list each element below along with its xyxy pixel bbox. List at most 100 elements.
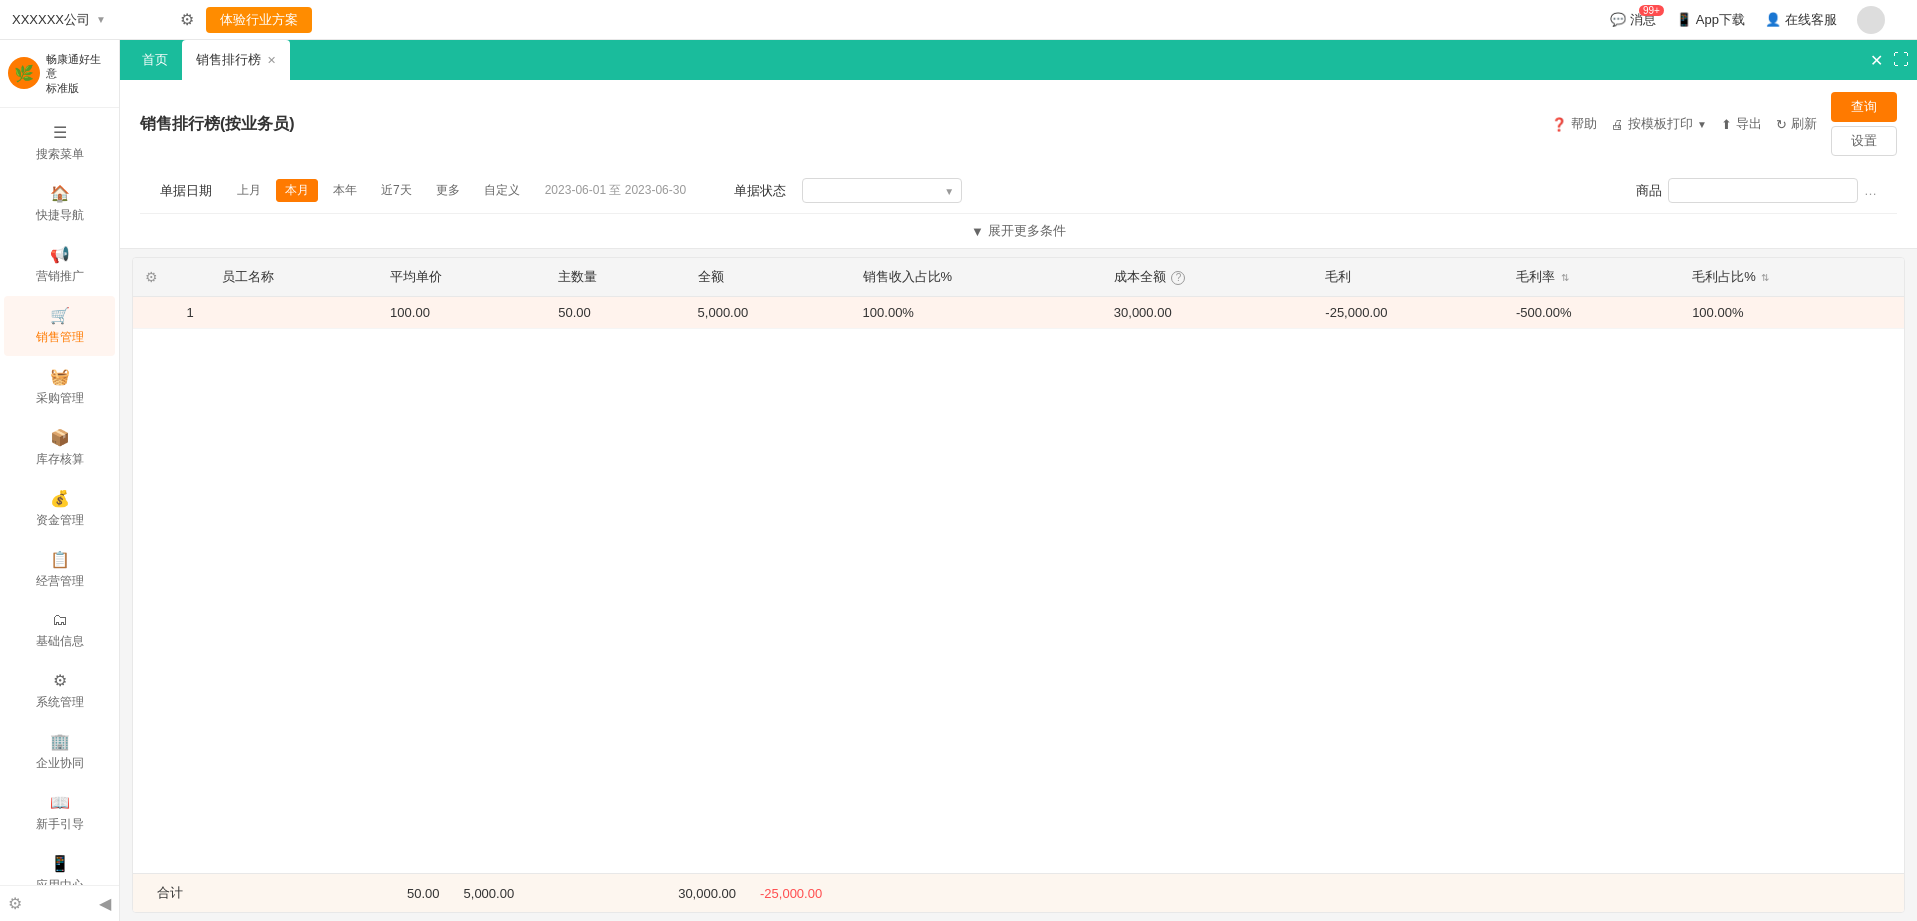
basic-icon: 🗂: [52, 611, 68, 629]
finance-icon: 💰: [50, 489, 70, 508]
tab-home[interactable]: 首页: [128, 40, 182, 80]
row-employee: [210, 297, 378, 329]
col-employee: 员工名称: [210, 258, 378, 297]
expand-conditions-button[interactable]: ▼ 展开更多条件: [971, 222, 1066, 240]
filter-row: 单据日期 上月 本月 本年 近7天 更多 自定义 2023-06-01 至 20…: [140, 168, 1897, 213]
col-avg-price: 平均单价: [378, 258, 546, 297]
row-cost: 30,000.00: [1102, 297, 1314, 329]
export-button[interactable]: ⬆ 导出: [1721, 115, 1762, 133]
row-gross-rate: -500.00%: [1504, 297, 1680, 329]
row-gross: -25,000.00: [1313, 297, 1504, 329]
company-selector[interactable]: XXXXXX公司 ▼: [12, 11, 172, 29]
cost-help-icon[interactable]: ?: [1171, 271, 1185, 285]
last7-btn[interactable]: 近7天: [372, 179, 421, 202]
topbar-settings-icon[interactable]: ⚙: [180, 10, 194, 29]
custom-btn[interactable]: 自定义: [475, 179, 529, 202]
app-label: App下载: [1696, 11, 1745, 29]
prev-month-btn[interactable]: 上月: [228, 179, 270, 202]
table-header-row: ⚙ 员工名称 平均单价 主数量 全额 销售收入占比% 成本全额 ?: [133, 258, 1904, 297]
col-gross: 毛利: [1313, 258, 1504, 297]
status-filter-label: 单据状态: [734, 182, 786, 200]
message-icon: 💬: [1610, 12, 1626, 27]
main-layout: 🌿 畅康通好生意 标准版 ☰ 搜索菜单 🏠 快捷导航 📢 营销推广 🛒 销售管理: [0, 40, 1917, 921]
avatar[interactable]: [1857, 6, 1885, 34]
logo-icon: 🌿: [8, 57, 40, 89]
sidebar-item-search[interactable]: ☰ 搜索菜单: [4, 113, 115, 173]
goods-filter: 商品 …: [1636, 178, 1877, 203]
sidebar-item-purchase[interactable]: 🧺 采购管理: [4, 357, 115, 417]
print-button[interactable]: 🖨 按模板打印 ▼: [1611, 115, 1707, 133]
enterprise-icon: 🏢: [50, 732, 70, 751]
tab-sales-rank[interactable]: 销售排行榜 ✕: [182, 40, 290, 80]
goods-input[interactable]: [1668, 178, 1858, 203]
col-settings: ⚙: [133, 258, 170, 297]
page-title: 销售排行榜(按业务员): [140, 114, 295, 135]
logo-line1: 畅康通好生意: [46, 52, 111, 81]
date-buttons: 上月 本月 本年 近7天 更多 自定义: [228, 179, 529, 202]
row-gross-pct: 100.00%: [1680, 297, 1904, 329]
tab-home-label: 首页: [142, 51, 168, 69]
gross-pct-sort-icon[interactable]: ⇅: [1761, 272, 1769, 283]
col-amount: 全额: [686, 258, 851, 297]
sidebar-item-system[interactable]: ⚙ 系统管理: [4, 661, 115, 721]
tab-close-icon[interactable]: ✕: [267, 54, 276, 67]
help-button[interactable]: ❓ 帮助: [1551, 115, 1597, 133]
row-avg-price: 100.00: [378, 297, 546, 329]
gross-rate-sort-icon[interactable]: ⇅: [1561, 272, 1569, 283]
sidebar-item-finance[interactable]: 💰 资金管理: [4, 479, 115, 539]
more-btn[interactable]: 更多: [427, 179, 469, 202]
sidebar-item-sales[interactable]: 🛒 销售管理: [4, 296, 115, 356]
status-select[interactable]: [802, 178, 962, 203]
sidebar-item-marketing[interactable]: 📢 营销推广: [4, 235, 115, 295]
purchase-icon: 🧺: [50, 367, 70, 386]
sidebar-bottom-settings-icon[interactable]: ⚙: [8, 894, 22, 913]
chevron-down-icon: ▼: [96, 14, 106, 25]
apps-icon: 📱: [50, 854, 70, 873]
search-menu-icon: ☰: [53, 123, 67, 142]
sidebar-item-basic[interactable]: 🗂 基础信息: [4, 601, 115, 660]
refresh-button[interactable]: ↻ 刷新: [1776, 115, 1817, 133]
curr-month-btn[interactable]: 本月: [276, 179, 318, 202]
sidebar-item-enterprise[interactable]: 🏢 企业协同: [4, 722, 115, 782]
query-button[interactable]: 查询: [1831, 92, 1897, 122]
table-header: ⚙ 员工名称 平均单价 主数量 全额 销售收入占比% 成本全额 ?: [133, 258, 1904, 297]
column-settings-icon[interactable]: ⚙: [145, 269, 158, 285]
sidebar-label-basic: 基础信息: [36, 633, 84, 650]
sidebar-label-apps: 应用中心: [36, 877, 84, 885]
sidebar-item-inventory[interactable]: 📦 库存核算: [4, 418, 115, 478]
service-icon: 👤: [1765, 12, 1781, 27]
settings-button[interactable]: 设置: [1831, 126, 1897, 156]
app-download-button[interactable]: 📱 App下载: [1676, 11, 1745, 29]
col-gross-rate: 毛利率 ⇅: [1504, 258, 1680, 297]
logo-text: 畅康通好生意 标准版: [46, 52, 111, 95]
sidebar-item-guide[interactable]: 📖 新手引导: [4, 783, 115, 843]
app-icon: 📱: [1676, 12, 1692, 27]
messages-button[interactable]: 💬 消息 99+: [1610, 11, 1656, 29]
sidebar-item-operation[interactable]: 📋 经营管理: [4, 540, 115, 600]
sidebar-item-apps[interactable]: 📱 应用中心: [4, 844, 115, 885]
page-header: 销售排行榜(按业务员) ❓ 帮助 🖨 按模板打印 ▼ ⬆: [120, 80, 1917, 249]
curr-year-btn[interactable]: 本年: [324, 179, 366, 202]
tab-bar-actions: ✕ ⛶: [1870, 51, 1909, 70]
goods-filter-label: 商品: [1636, 182, 1662, 200]
page-title-row: 销售排行榜(按业务员) ❓ 帮助 🖨 按模板打印 ▼ ⬆: [140, 92, 1897, 156]
tab-expand-icon[interactable]: ⛶: [1893, 51, 1909, 69]
page-actions: ❓ 帮助 🖨 按模板打印 ▼ ⬆ 导出 ↻: [1551, 92, 1897, 156]
online-service-button[interactable]: 👤 在线客服: [1765, 11, 1837, 29]
summary-row: 合计 50.00 5,000.00 30,000.00 -25,000.00: [145, 884, 1892, 902]
more-dots-icon[interactable]: …: [1864, 183, 1877, 198]
topbar-right: 💬 消息 99+ 📱 App下载 👤 在线客服: [1610, 6, 1905, 34]
top-bar: XXXXXX公司 ▼ ⚙ 体验行业方案 💬 消息 99+ 📱 App下载 👤 在…: [0, 0, 1917, 40]
sidebar-item-shortcut[interactable]: 🏠 快捷导航: [4, 174, 115, 234]
row-amount: 5,000.00: [686, 297, 851, 329]
col-qty: 主数量: [546, 258, 685, 297]
refresh-icon: ↻: [1776, 117, 1787, 132]
company-name: XXXXXX公司: [12, 11, 90, 29]
sidebar-collapse-icon[interactable]: ◀: [99, 894, 111, 913]
sidebar-label-search: 搜索菜单: [36, 146, 84, 163]
trial-button[interactable]: 体验行业方案: [206, 7, 312, 33]
sidebar-label-shortcut: 快捷导航: [36, 207, 84, 224]
tab-close-window-icon[interactable]: ✕: [1870, 51, 1883, 70]
sidebar-menu: ☰ 搜索菜单 🏠 快捷导航 📢 营销推广 🛒 销售管理 🧺 采购管理 📦: [0, 108, 119, 885]
sidebar-label-finance: 资金管理: [36, 512, 84, 529]
